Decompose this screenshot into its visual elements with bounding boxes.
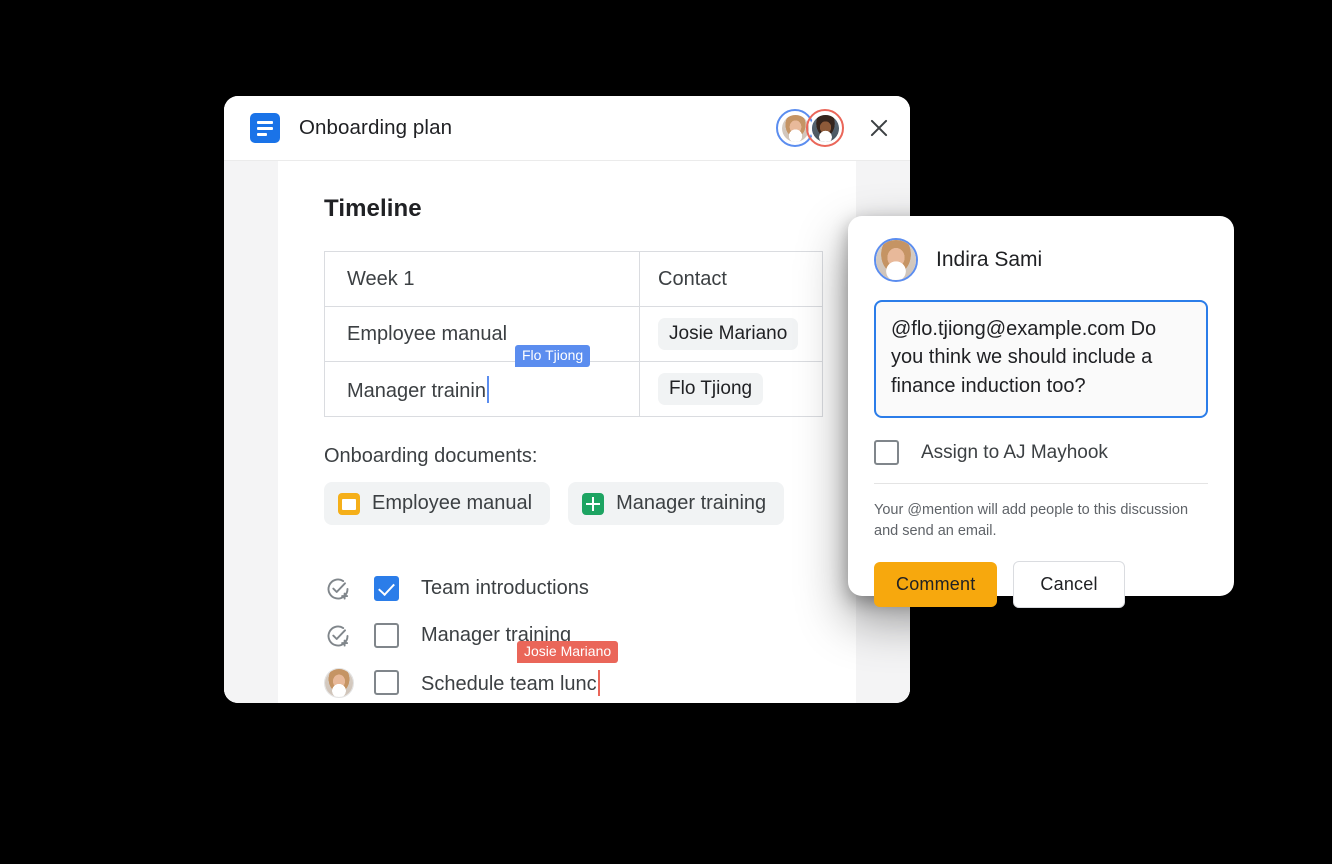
person-chip[interactable]: Josie Mariano xyxy=(658,318,799,350)
list-item: Team introductions xyxy=(324,565,856,612)
google-slides-icon xyxy=(338,492,360,515)
list-item: Schedule team lunc Josie Mariano xyxy=(324,640,856,703)
assign-label: Assign to AJ Mayhook xyxy=(921,441,1108,463)
table-cell-contact[interactable]: Josie Mariano xyxy=(639,306,823,362)
table-cell-task-text: Manager trainin xyxy=(347,379,486,402)
checklist: Team introductions Manager training Sche… xyxy=(324,565,856,703)
checklist-item-label: Schedule team lunc Josie Mariano xyxy=(421,640,619,696)
collaborator-avatars xyxy=(776,109,844,147)
checklist-item-text: Schedule team lunc xyxy=(421,672,597,695)
assign-checkbox[interactable] xyxy=(874,440,899,466)
comment-actions: Comment Cancel xyxy=(874,561,1208,609)
comment-button[interactable]: Comment xyxy=(874,562,998,608)
table-row: Manager trainin Flo Tjiong Flo Tjiong xyxy=(324,345,823,417)
file-chip-row: Employee manual Manager training xyxy=(324,482,856,525)
file-chip-label: Manager training xyxy=(616,492,767,514)
avatar[interactable] xyxy=(874,238,918,282)
assignee-avatar[interactable] xyxy=(324,667,354,698)
table-cell-week[interactable]: Week 1 xyxy=(324,251,640,307)
collaborator-cursor-label-flo: Flo Tjiong xyxy=(515,345,591,368)
collaborator-cursor-label-josie: Josie Mariano xyxy=(517,640,619,663)
checkbox-manager-training[interactable] xyxy=(374,623,399,648)
add-comment-icon[interactable] xyxy=(324,622,352,650)
document-titlebar: Onboarding plan xyxy=(224,96,910,161)
checkbox-team-introductions[interactable] xyxy=(374,576,399,601)
avatar-aj-mayhook[interactable] xyxy=(806,109,844,147)
google-sheets-icon xyxy=(582,492,605,515)
file-chip-manager-training[interactable]: Manager training xyxy=(568,482,785,525)
document-window: Onboarding plan Timeline Week 1 Contact … xyxy=(224,96,910,703)
comment-popup: Indira Sami @flo.tjiong@example.com Do y… xyxy=(848,216,1234,609)
table-cell-task[interactable]: Employee manual xyxy=(324,306,640,362)
comment-author-row: Indira Sami xyxy=(874,238,1208,282)
checklist-item-label: Team introductions xyxy=(421,577,589,599)
document-page: Timeline Week 1 Contact Employee manual … xyxy=(278,161,856,703)
assign-row: Assign to AJ Mayhook xyxy=(874,440,1208,485)
titlebar-right-controls xyxy=(776,109,892,147)
collaborator-caret xyxy=(597,669,600,696)
table-cell-contact[interactable]: Flo Tjiong xyxy=(639,361,823,417)
cancel-button[interactable]: Cancel xyxy=(1013,561,1125,609)
table-cell-contact-header[interactable]: Contact xyxy=(639,251,823,307)
screen-background: Onboarding plan Timeline Week 1 Contact … xyxy=(0,0,1332,864)
table-cell-task[interactable]: Manager trainin Flo Tjiong xyxy=(324,345,640,417)
mention-note: Your @mention will add people to this di… xyxy=(874,502,1189,539)
file-chip-employee-manual[interactable]: Employee manual xyxy=(324,482,551,525)
timeline-table: Week 1 Contact Employee manual Josie Mar… xyxy=(324,251,823,417)
document-title: Onboarding plan xyxy=(299,116,453,139)
close-icon[interactable] xyxy=(866,115,892,141)
comment-input[interactable]: @flo.tjiong@example.com Do you think we … xyxy=(874,300,1208,419)
comment-author-name: Indira Sami xyxy=(936,248,1043,271)
page-title: Timeline xyxy=(324,195,422,222)
documents-label: Onboarding documents: xyxy=(324,445,538,467)
person-chip[interactable]: Flo Tjiong xyxy=(658,373,764,405)
google-docs-icon xyxy=(250,113,280,143)
file-chip-label: Employee manual xyxy=(372,492,533,514)
document-body: Timeline Week 1 Contact Employee manual … xyxy=(224,161,910,703)
checkbox-schedule-team-lunch[interactable] xyxy=(374,670,399,695)
table-row: Week 1 Contact xyxy=(324,251,823,307)
add-comment-icon[interactable] xyxy=(324,575,352,603)
page-gutter-left xyxy=(224,161,278,703)
collaborator-caret xyxy=(486,375,489,403)
